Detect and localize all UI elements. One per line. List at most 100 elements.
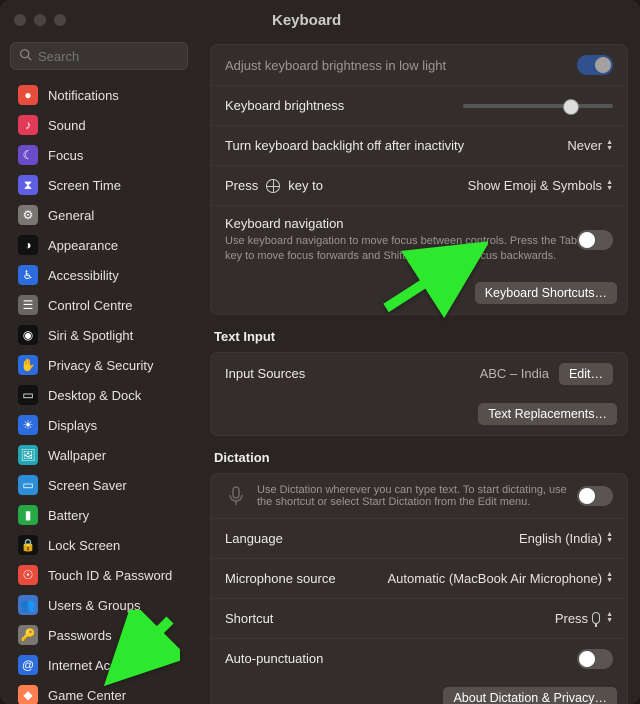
sidebar-item-users-groups[interactable]: 👥Users & Groups [6,590,192,620]
row-dictation-enable: Use Dictation wherever you can type text… [211,474,627,518]
sidebar-item-label: Displays [48,418,97,433]
text-replacements-button[interactable]: Text Replacements… [478,403,617,425]
sidebar-item-screen-saver[interactable]: ▭ Screen Saver [6,470,192,500]
sidebar-item-label: Game Center [48,688,126,703]
search-field[interactable] [10,42,188,70]
sidebar-item-game-center[interactable]: ◆ Game Center [6,680,192,704]
press-globe-label: Press key to [225,178,323,193]
sidebar: ● Notifications ♪ Sound ☾ Focus ⧗ Screen Tim… [0,40,198,704]
sidebar-item-lock-screen[interactable]: 🔒Lock Screen [6,530,192,560]
sidebar-item-label: Lock Screen [48,538,120,553]
sidebar-item-label: Internet Accounts [48,658,148,673]
bell-icon: ● [18,85,38,105]
row-brightness-lowlight: Adjust keyboard brightness in low light [211,45,627,85]
sidebar-item-wallpaper[interactable]: 🖼 Wallpaper [6,440,192,470]
sidebar-item-label: Privacy & Security [48,358,153,373]
chevron-updown-icon: ▲▼ [606,140,613,152]
dictation-card: Use Dictation wherever you can type text… [210,473,628,704]
keyboard-navigation-toggle[interactable] [577,230,613,250]
fingerprint-icon: ☉ [18,565,38,585]
accessibility-icon: ♿︎ [18,265,38,285]
sidebar-item-internet-accounts[interactable]: @Internet Accounts [6,650,192,680]
window-controls [14,14,66,26]
key-icon: 🔑 [18,625,38,645]
speaker-icon: ♪ [18,115,38,135]
row-auto-punctuation: Auto-punctuation [211,638,627,679]
row-dictation-shortcut: Shortcut Press ▲▼ [211,598,627,638]
row-backlight-off: Turn keyboard backlight off after inacti… [211,125,627,165]
sidebar-item-label: Wallpaper [48,448,106,463]
screensaver-icon: ▭ [18,475,38,495]
microphone-icon [592,612,600,624]
dictation-language-popup[interactable]: English (India) ▲▼ [519,531,613,546]
sidebar-item-label: Control Centre [48,298,133,313]
sidebar-item-label: Focus [48,148,83,163]
moon-icon: ☾ [18,145,38,165]
gamecenter-icon: ◆ [18,685,38,704]
chevron-updown-icon: ▲▼ [606,180,613,192]
row-keyboard-brightness: Keyboard brightness [211,85,627,125]
chevron-updown-icon: ▲▼ [606,532,613,544]
dock-icon: ▭ [18,385,38,405]
content-area: Adjust keyboard brightness in low light … [198,40,640,704]
auto-punctuation-toggle[interactable] [577,649,613,669]
dictation-shortcut-popup[interactable]: Press ▲▼ [555,611,613,626]
sidebar-item-general[interactable]: ⚙General [6,200,192,230]
press-globe-popup[interactable]: Show Emoji & Symbols ▲▼ [468,178,613,193]
sidebar-item-notifications[interactable]: ● Notifications [6,80,192,110]
close-window-button[interactable] [14,14,26,26]
sidebar-item-displays[interactable]: ☀ Displays [6,410,192,440]
sidebar-item-touch-id[interactable]: ☉ Touch ID & Password [6,560,192,590]
sidebar-item-label: Notifications [48,88,119,103]
sidebar-item-privacy-security[interactable]: ✋ Privacy & Security [6,350,192,380]
appearance-icon: ◑ [18,235,38,255]
sidebar-item-appearance[interactable]: ◑ Appearance [6,230,192,260]
page-title: Keyboard [272,12,341,29]
users-icon: 👥 [18,595,38,615]
row-keyboard-navigation: Keyboard navigation Use keyboard navigat… [211,205,627,274]
dictation-heading: Dictation [214,450,624,465]
sidebar-item-label: Sound [48,118,86,133]
sidebar-item-control-centre[interactable]: ☰ Control Centre [6,290,192,320]
minimize-window-button[interactable] [34,14,46,26]
dictation-toggle[interactable] [577,486,613,506]
siri-icon: ◉ [18,325,38,345]
backlight-off-popup[interactable]: Never ▲▼ [567,138,613,153]
brightness-lowlight-toggle[interactable] [577,55,613,75]
text-input-heading: Text Input [214,329,624,344]
zoom-window-button[interactable] [54,14,66,26]
sidebar-item-sound[interactable]: ♪ Sound [6,110,192,140]
sidebar-item-label: Appearance [48,238,118,253]
sidebar-item-screen-time[interactable]: ⧗ Screen Time [6,170,192,200]
sidebar-item-focus[interactable]: ☾ Focus [6,140,192,170]
sidebar-item-label: Accessibility [48,268,119,283]
sidebar-item-desktop-dock[interactable]: ▭Desktop & Dock [6,380,192,410]
search-input[interactable] [38,49,198,64]
row-dictation-language: Language English (India) ▲▼ [211,518,627,558]
gear-icon: ⚙ [18,205,38,225]
sidebar-item-label: Screen Saver [48,478,127,493]
chevron-updown-icon: ▲▼ [606,612,613,624]
settings-window: Keyboard ● Notifications ♪ Sound ☾ Focus ⧗ S… [0,0,640,704]
brightness-slider[interactable] [463,104,613,108]
switches-icon: ☰ [18,295,38,315]
sidebar-item-label: Battery [48,508,89,523]
wallpaper-icon: 🖼 [18,445,38,465]
about-dictation-button[interactable]: About Dictation & Privacy… [443,687,617,704]
sidebar-item-battery[interactable]: ▮ Battery [6,500,192,530]
mic-source-popup[interactable]: Automatic (MacBook Air Microphone) ▲▼ [387,571,613,586]
sidebar-item-siri-spotlight[interactable]: ◉ Siri & Spotlight [6,320,192,350]
battery-icon: ▮ [18,505,38,525]
sidebar-item-label: Screen Time [48,178,121,193]
input-sources-edit-button[interactable]: Edit… [559,363,613,385]
display-icon: ☀ [18,415,38,435]
sidebar-item-passwords[interactable]: 🔑 Passwords [6,620,192,650]
sidebar-item-label: Siri & Spotlight [48,328,133,343]
text-input-card: Input Sources ABC – India Edit… Text Rep… [210,352,628,436]
keyboard-shortcuts-button[interactable]: Keyboard Shortcuts… [475,282,617,304]
sidebar-item-accessibility[interactable]: ♿︎ Accessibility [6,260,192,290]
hand-icon: ✋ [18,355,38,375]
hourglass-icon: ⧗ [18,175,38,195]
sidebar-item-label: Passwords [48,628,112,643]
sidebar-item-label: Touch ID & Password [48,568,172,583]
